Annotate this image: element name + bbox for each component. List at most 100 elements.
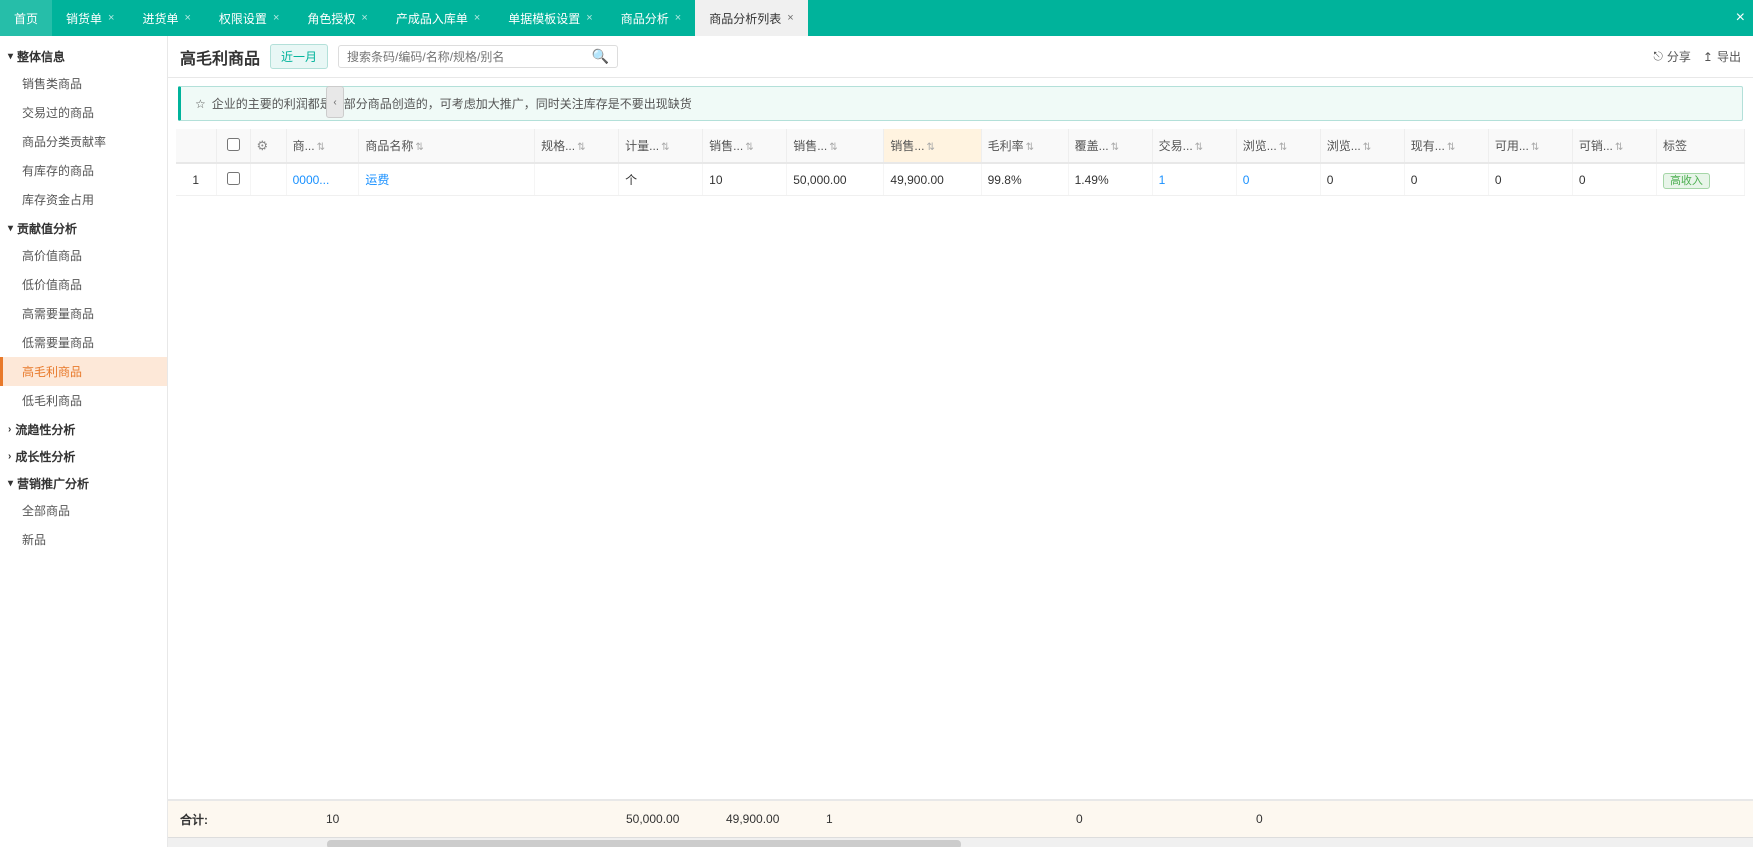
col-browse1[interactable]: 浏览...⇅ — [1236, 129, 1320, 163]
share-btn[interactable]: ⎋ 分享 — [1653, 48, 1691, 65]
col-spec[interactable]: 规格...⇅ — [535, 129, 619, 163]
cell-sellable: 0 — [1572, 163, 1656, 196]
sidebar-item-in-stock[interactable]: 有库存的商品 — [0, 156, 167, 185]
cell-coverage: 1.49% — [1068, 163, 1152, 196]
page-title: 高毛利商品 — [180, 45, 260, 69]
bottom-scrollbar[interactable] — [168, 837, 1753, 847]
col-margin-rate[interactable]: 毛利率⇅ — [981, 129, 1068, 163]
nav-home[interactable]: 首页 — [0, 0, 52, 36]
sidebar-item-low-demand[interactable]: 低需要量商品 — [0, 328, 167, 357]
cell-checkbox[interactable] — [216, 163, 250, 196]
sidebar: ▾ 整体信息 销售类商品 交易过的商品 商品分类贡献率 有库存的商品 库存资金占… — [0, 36, 168, 847]
footer-sales-qty: 10 — [320, 812, 620, 826]
nav-role-permission[interactable]: 角色授权 × — [293, 0, 381, 36]
sort-icon-sales-qty: ⇅ — [745, 142, 753, 153]
sort-icon-name: ⇅ — [415, 142, 423, 153]
col-sales-qty[interactable]: 销售...⇅ — [703, 129, 787, 163]
col-product-code[interactable]: 商...⇅ — [286, 129, 359, 163]
sidebar-item-high-margin[interactable]: 高毛利商品 — [0, 357, 167, 386]
sidebar-item-sales-product[interactable]: 销售类商品 — [0, 69, 167, 98]
content-header: 高毛利商品 近一月 🔍 ⎋ 分享 ↥ 导出 — [168, 36, 1753, 78]
tip-bar: ☆ 企业的主要的利润都是这部分商品创造的，可考虑加大推广，同时关注库存是不要出现… — [178, 86, 1743, 121]
nav-close-analysis-list[interactable]: × — [787, 12, 793, 24]
sidebar-item-high-value[interactable]: 高价值商品 — [0, 241, 167, 270]
sidebar-item-traded-product[interactable]: 交易过的商品 — [0, 98, 167, 127]
sidebar-item-low-value[interactable]: 低价值商品 — [0, 270, 167, 299]
nav-close-role[interactable]: × — [361, 12, 367, 24]
cell-available1: 0 — [1404, 163, 1488, 196]
nav-close-purchase[interactable]: × — [184, 12, 190, 24]
col-available2[interactable]: 可用...⇅ — [1488, 129, 1572, 163]
cell-sales-amount: 50,000.00 — [787, 163, 884, 196]
col-sales-amount[interactable]: 销售...⇅ — [787, 129, 884, 163]
sidebar-item-low-margin[interactable]: 低毛利商品 — [0, 386, 167, 415]
cell-unit: 个 — [619, 163, 703, 196]
gear-icon[interactable]: ⚙ — [257, 138, 269, 153]
sort-icon-sales-cost: ⇅ — [926, 142, 934, 153]
cell-spec — [535, 163, 619, 196]
cell-gear — [250, 163, 286, 196]
nav-close-analysis[interactable]: × — [675, 12, 681, 24]
nav-product-analysis-list[interactable]: 商品分析列表 × — [695, 0, 807, 36]
cell-product-name[interactable]: 运费 — [359, 163, 535, 196]
table-container[interactable]: ⚙ 商...⇅ 商品名称⇅ 规格...⇅ 计量...⇅ 销售...⇅ 销售...… — [168, 129, 1753, 799]
nav-template-settings[interactable]: 单据模板设置 × — [494, 0, 606, 36]
sidebar-item-all-products[interactable]: 全部商品 — [0, 496, 167, 525]
nav-product-warehouse[interactable]: 产成品入库单 × — [382, 0, 494, 36]
cell-browse1[interactable]: 0 — [1236, 163, 1320, 196]
col-product-name[interactable]: 商品名称⇅ — [359, 129, 535, 163]
data-table: ⚙ 商...⇅ 商品名称⇅ 规格...⇅ 计量...⇅ 销售...⇅ 销售...… — [176, 129, 1745, 196]
search-icon[interactable]: 🔍 — [592, 48, 609, 65]
cell-sales-cost: 49,900.00 — [884, 163, 981, 196]
cell-transaction[interactable]: 1 — [1152, 163, 1236, 196]
cell-tag: 高收入 — [1656, 163, 1744, 196]
sidebar-item-high-demand[interactable]: 高需要量商品 — [0, 299, 167, 328]
col-unit[interactable]: 计量...⇅ — [619, 129, 703, 163]
sidebar-section-wealth[interactable]: ▾ 贡献值分析 — [0, 214, 167, 241]
sidebar-collapse-btn[interactable]: ‹ — [326, 86, 344, 118]
sidebar-item-new-products[interactable]: 新品 — [0, 525, 167, 554]
col-transaction[interactable]: 交易...⇅ — [1152, 129, 1236, 163]
filter-recent-month-btn[interactable]: 近一月 — [270, 44, 328, 69]
content-area: 高毛利商品 近一月 🔍 ⎋ 分享 ↥ 导出 ☆ 企业的主要的利润都是这部分商品创… — [168, 36, 1753, 847]
sidebar-section-trend[interactable]: › 流趋性分析 — [0, 415, 167, 442]
scrollbar-thumb[interactable] — [327, 840, 961, 847]
nav-close-sales[interactable]: × — [108, 12, 114, 24]
nav-purchase[interactable]: 进货单 × — [128, 0, 204, 36]
sidebar-section-marketing[interactable]: ▾ 营销推广分析 — [0, 469, 167, 496]
select-all-checkbox[interactable] — [227, 138, 240, 151]
row-checkbox[interactable] — [227, 172, 240, 185]
share-icon: ⎋ — [1653, 49, 1663, 64]
sidebar-section-overall[interactable]: ▾ 整体信息 — [0, 42, 167, 69]
tag-high-income: 高收入 — [1663, 173, 1710, 189]
nav-close-permission[interactable]: × — [273, 12, 279, 24]
sidebar-section-growth[interactable]: › 成长性分析 — [0, 442, 167, 469]
arrow-growth: › — [8, 451, 11, 462]
nav-sales[interactable]: 销货单 × — [52, 0, 128, 36]
col-checkbox[interactable] — [216, 129, 250, 163]
nav-permission-settings[interactable]: 权限设置 × — [205, 0, 293, 36]
col-coverage[interactable]: 覆盖...⇅ — [1068, 129, 1152, 163]
col-gear[interactable]: ⚙ — [250, 129, 286, 163]
sidebar-item-capital-occupation[interactable]: 库存资金占用 — [0, 185, 167, 214]
nav-product-analysis[interactable]: 商品分析 × — [607, 0, 695, 36]
col-sales-cost[interactable]: 销售...⇅ — [884, 129, 981, 163]
footer-label: 合计: — [180, 811, 300, 828]
sort-icon-browse1: ⇅ — [1279, 142, 1287, 153]
nav-close-warehouse[interactable]: × — [474, 12, 480, 24]
export-btn[interactable]: ↥ 导出 — [1703, 48, 1741, 65]
search-input[interactable] — [347, 50, 592, 64]
sort-icon-margin: ⇅ — [1026, 142, 1034, 153]
footer-transaction: 1 — [820, 812, 1070, 826]
nav-close-template[interactable]: × — [586, 12, 592, 24]
sidebar-item-product-contribution[interactable]: 商品分类贡献率 — [0, 127, 167, 156]
col-browse2[interactable]: 浏览...⇅ — [1320, 129, 1404, 163]
close-all-tabs[interactable]: × — [1736, 9, 1745, 27]
col-sellable[interactable]: 可销...⇅ — [1572, 129, 1656, 163]
footer-available1: 0 — [1070, 812, 1250, 826]
col-available1[interactable]: 现有...⇅ — [1404, 129, 1488, 163]
footer-available2: 0 — [1250, 812, 1330, 826]
col-tag[interactable]: 标签 — [1656, 129, 1744, 163]
col-index — [176, 129, 216, 163]
cell-product-code[interactable]: 0000... — [286, 163, 359, 196]
